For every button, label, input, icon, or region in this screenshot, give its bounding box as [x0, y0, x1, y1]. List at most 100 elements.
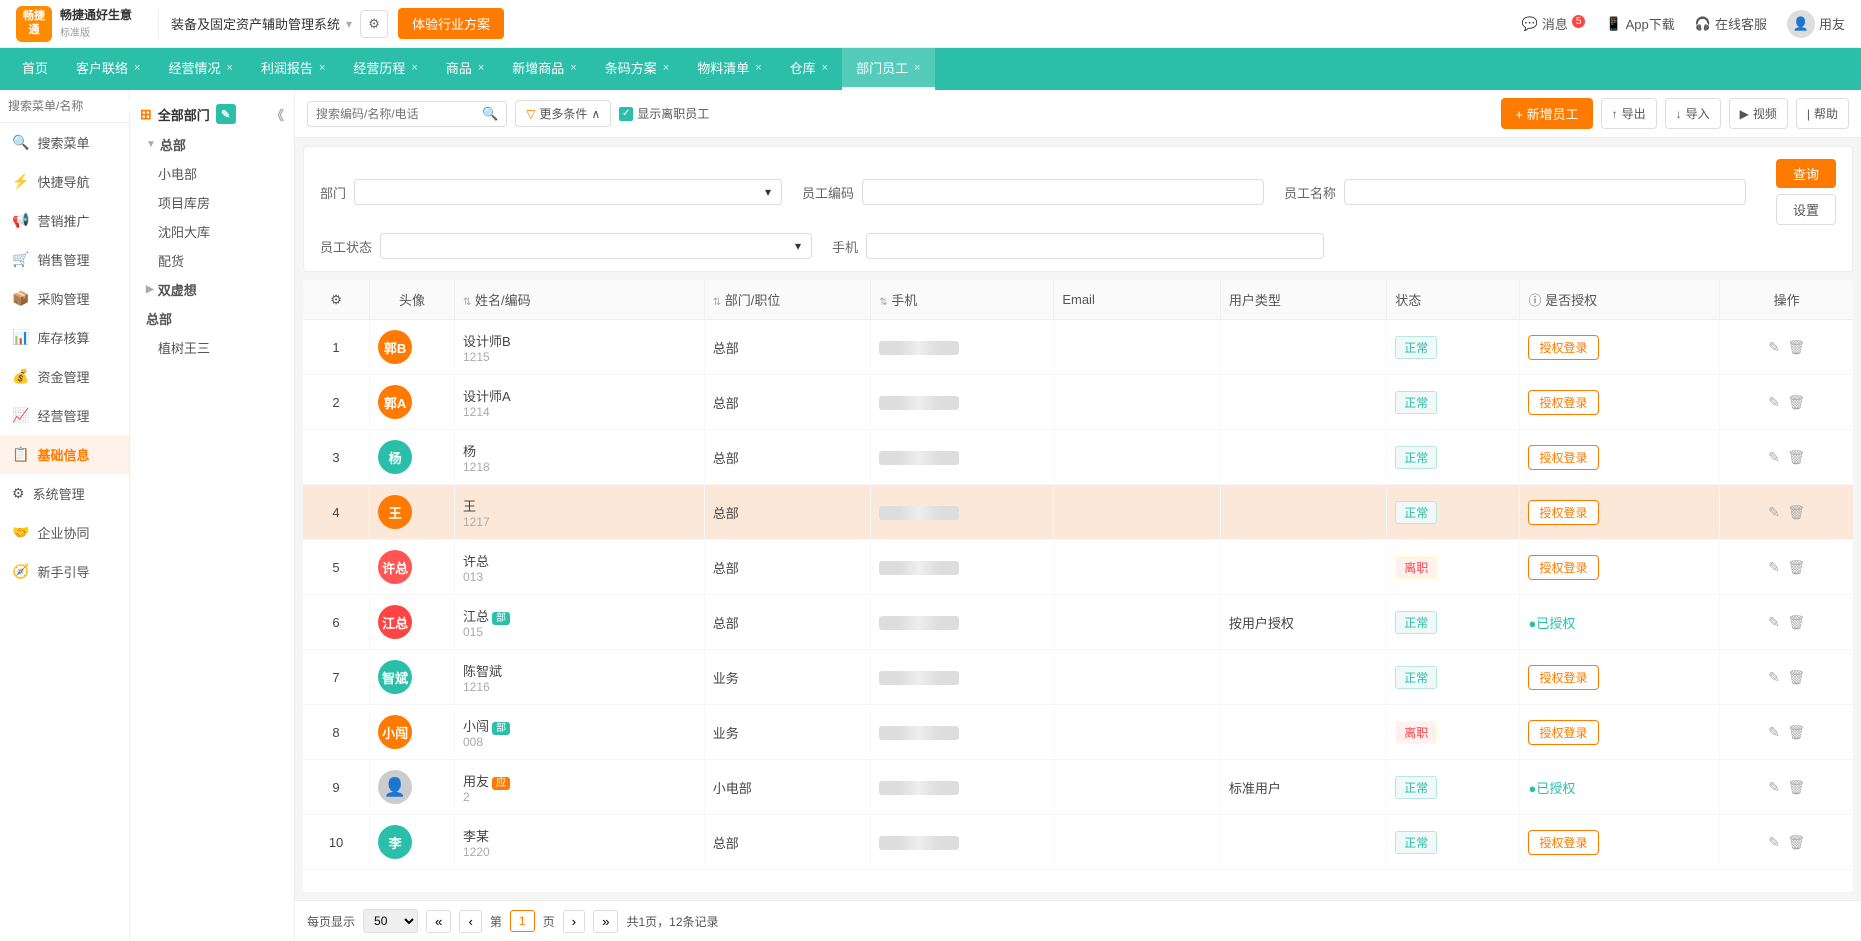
sidebar-item-purchase[interactable]: 📦采购管理 [0, 279, 129, 318]
tree-node-project[interactable]: 项目库房 [130, 188, 294, 217]
edit-dept-button[interactable]: ✎ [216, 104, 236, 124]
edit-icon[interactable]: ✎ [1768, 559, 1780, 575]
auth-login-button[interactable]: 授权登录 [1528, 665, 1598, 690]
auth-login-button[interactable]: 授权登录 [1528, 335, 1598, 360]
close-icon[interactable]: × [478, 62, 484, 74]
sidebar-item-guide[interactable]: 🧭新手引导 [0, 552, 129, 591]
view-button[interactable]: ▶ 视频 [1729, 98, 1788, 129]
sidebar-item-collab[interactable]: 🤝企业协同 [0, 513, 129, 552]
tree-node-general[interactable]: ▼ 总部 [130, 130, 294, 159]
sidebar-item-inventory[interactable]: 📊库存核算 [0, 318, 129, 357]
close-icon[interactable]: × [570, 62, 576, 74]
settings-button[interactable]: 设置 [1776, 194, 1836, 225]
edit-icon[interactable]: ✎ [1768, 449, 1780, 465]
dept-select[interactable]: ▾ [354, 179, 782, 205]
collapse-icon[interactable]: 《 [271, 105, 284, 124]
app-download-item[interactable]: 📱 App下载 [1605, 14, 1674, 33]
tab-customer[interactable]: 客户联络 × [62, 48, 154, 90]
delete-icon[interactable]: 🗑 [1787, 504, 1805, 520]
tab-home[interactable]: 首页 [8, 48, 62, 90]
show-resigned-toggle[interactable]: ✓ 显示离职员工 [619, 105, 709, 122]
more-conditions-button[interactable]: ▽ 更多条件 ∧ [515, 100, 611, 127]
sidebar-item-search[interactable]: 🔍搜索菜单 [0, 123, 129, 162]
trial-button[interactable]: 体验行业方案 [398, 8, 504, 39]
employee-code-input[interactable] [862, 179, 1264, 205]
import-button[interactable]: ↓ 导入 [1665, 98, 1721, 129]
tab-warehouse[interactable]: 仓库 × [776, 48, 842, 90]
auth-login-button[interactable]: 授权登录 [1528, 720, 1598, 745]
auth-login-button[interactable]: 授权登录 [1528, 445, 1598, 470]
delete-icon[interactable]: 🗑 [1787, 614, 1805, 630]
employee-name-input[interactable] [1344, 179, 1746, 205]
tab-employees[interactable]: 部门员工 × [842, 48, 934, 90]
sidebar-item-basic[interactable]: 📋基础信息 [0, 435, 129, 474]
edit-icon[interactable]: ✎ [1768, 339, 1780, 355]
auth-login-button[interactable]: 授权登录 [1528, 390, 1598, 415]
close-icon[interactable]: × [411, 62, 417, 74]
delete-icon[interactable]: 🗑 [1787, 394, 1805, 410]
tab-history[interactable]: 经营历程 × [339, 48, 431, 90]
first-page-button[interactable]: « [426, 910, 451, 933]
tree-node-electronics[interactable]: 小电部 [130, 159, 294, 188]
col-dept-header[interactable]: ⇅ 部门/职位 [704, 280, 870, 320]
col-phone-header[interactable]: ⇅ 手机 [871, 280, 1054, 320]
phone-input[interactable] [866, 233, 1324, 259]
per-page-select[interactable]: 50 20 100 [363, 909, 418, 933]
status-select[interactable]: ▾ [380, 233, 812, 259]
tree-node-double[interactable]: ▶ 双虚想 [130, 275, 294, 304]
sidebar-item-quicknav[interactable]: ⚡快捷导航 [0, 162, 129, 201]
auth-login-button[interactable]: 授权登录 [1528, 555, 1598, 580]
delete-icon[interactable]: 🗑 [1787, 724, 1805, 740]
prev-page-button[interactable]: ‹ [459, 910, 481, 933]
delete-icon[interactable]: 🗑 [1787, 834, 1805, 850]
tab-profit[interactable]: 利润报告 × [247, 48, 339, 90]
close-icon[interactable]: × [319, 62, 325, 74]
edit-icon[interactable]: ✎ [1768, 614, 1780, 630]
edit-icon[interactable]: ✎ [1768, 724, 1780, 740]
sidebar-item-system[interactable]: ⚙系统管理 [0, 474, 129, 513]
search-employee-input[interactable] [316, 107, 476, 121]
sidebar-item-marketing[interactable]: 📢营销推广 [0, 201, 129, 240]
sidebar-item-finance[interactable]: 💰资金管理 [0, 357, 129, 396]
add-employee-button[interactable]: + 新增员工 [1501, 98, 1592, 129]
help-button[interactable]: | 帮助 [1796, 98, 1849, 129]
sidebar-item-sales[interactable]: 🛒销售管理 [0, 240, 129, 279]
tab-barcode[interactable]: 条码方案 × [591, 48, 683, 90]
edit-icon[interactable]: ✎ [1768, 779, 1780, 795]
last-page-button[interactable]: » [593, 910, 618, 933]
sidebar-item-business[interactable]: 📈经营管理 [0, 396, 129, 435]
close-icon[interactable]: × [755, 62, 761, 74]
gear-button[interactable]: ⚙ [360, 10, 388, 38]
settings-icon[interactable]: ⚙ [330, 292, 342, 307]
tab-bom[interactable]: 物料清单 × [683, 48, 775, 90]
tab-goods[interactable]: 商品 × [432, 48, 498, 90]
tree-node-shenyang[interactable]: 沈阳大库 [130, 217, 294, 246]
edit-icon[interactable]: ✎ [1768, 504, 1780, 520]
tab-operations[interactable]: 经营情况 × [154, 48, 246, 90]
tree-node-plant[interactable]: 植树王三 [130, 333, 294, 362]
delete-icon[interactable]: 🗑 [1787, 669, 1805, 685]
message-item[interactable]: 💬 消息 5 [1522, 14, 1586, 33]
delete-icon[interactable]: 🗑 [1787, 339, 1805, 355]
edit-icon[interactable]: ✎ [1768, 834, 1780, 850]
export-button[interactable]: ↑ 导出 [1601, 98, 1657, 129]
close-icon[interactable]: × [822, 62, 828, 74]
auth-login-button[interactable]: 授权登录 [1528, 830, 1598, 855]
delete-icon[interactable]: 🗑 [1787, 449, 1805, 465]
edit-icon[interactable]: ✎ [1768, 669, 1780, 685]
online-support-item[interactable]: 🎧 在线客服 [1695, 14, 1767, 33]
edit-icon[interactable]: ✎ [1768, 394, 1780, 410]
close-icon[interactable]: × [914, 62, 920, 74]
close-icon[interactable]: × [134, 62, 140, 74]
next-page-button[interactable]: › [563, 910, 585, 933]
delete-icon[interactable]: 🗑 [1787, 559, 1805, 575]
dropdown-arrow-icon[interactable]: ▾ [346, 17, 352, 31]
tree-node-headquarters[interactable]: 总部 [130, 304, 294, 333]
col-name-header[interactable]: ⇅ 姓名/编码 [455, 280, 705, 320]
delete-icon[interactable]: 🗑 [1787, 779, 1805, 795]
close-icon[interactable]: × [226, 62, 232, 74]
tab-add-goods[interactable]: 新增商品 × [498, 48, 590, 90]
tree-node-distribution[interactable]: 配货 [130, 246, 294, 275]
user-item[interactable]: 👤 用友 [1787, 10, 1845, 38]
auth-login-button[interactable]: 授权登录 [1528, 500, 1598, 525]
